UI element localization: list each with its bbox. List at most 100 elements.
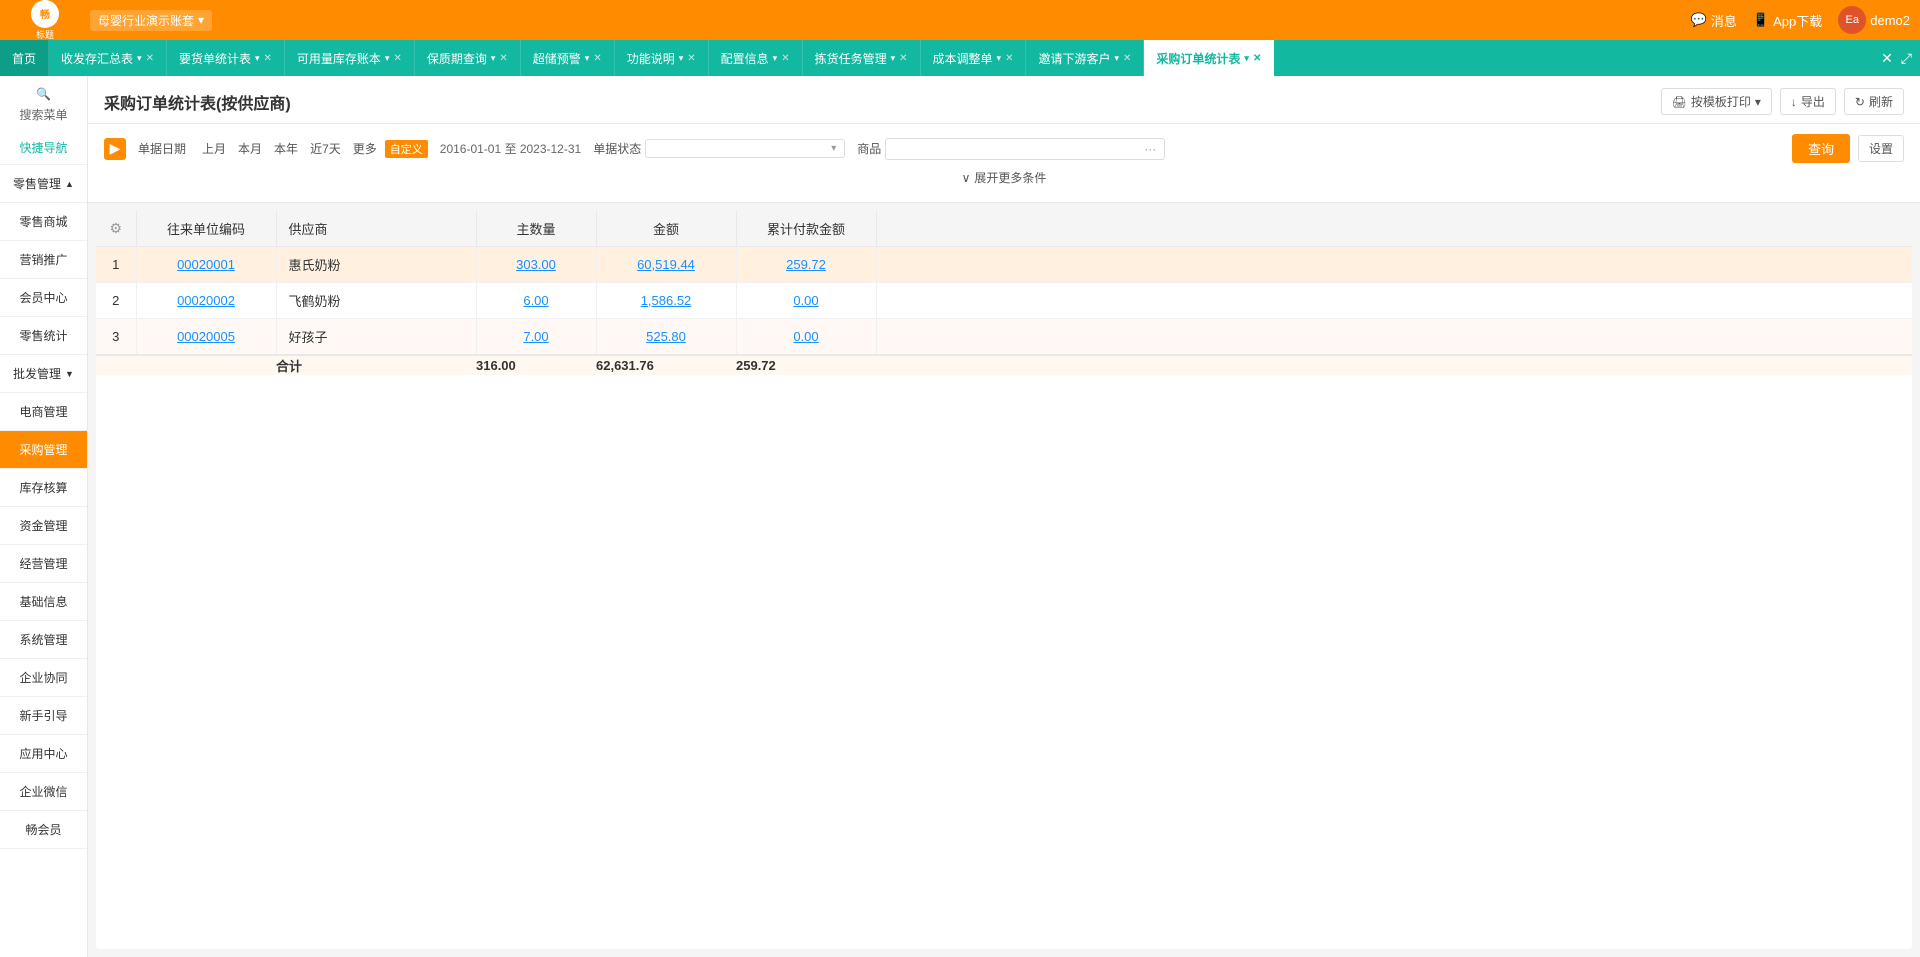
table-row[interactable]: 1 00020001 惠氏奶粉 303.00 60,519.44 (96, 247, 1912, 283)
code-link[interactable]: 00020005 (177, 329, 235, 344)
sidebar-item-operation[interactable]: 经营管理 (0, 545, 87, 583)
tab-receive[interactable]: 收发存汇总表 ▾ ✕ (49, 40, 167, 76)
tab-feature[interactable]: 功能说明 ▾ ✕ (615, 40, 709, 76)
tab-config[interactable]: 配置信息 ▾ ✕ (709, 40, 803, 76)
tab-dropdown-icon: ▾ (385, 53, 390, 64)
footer-amount: 62,631.76 (596, 355, 736, 375)
sidebar-item-wholesale[interactable]: 批发管理 ▼ (0, 355, 87, 393)
sidebar-item-enterprise[interactable]: 企业协同 (0, 659, 87, 697)
table-row[interactable]: 3 00020005 好孩子 7.00 525.80 (96, 319, 1912, 356)
tab-close-icon[interactable]: ✕ (1253, 53, 1261, 64)
nav-window-expand[interactable]: ⤢ (1901, 50, 1912, 67)
filter-toggle-button[interactable]: ▶ (104, 138, 126, 160)
expand-more-row[interactable]: ∨ 展开更多条件 (104, 163, 1904, 192)
sidebar-item-member[interactable]: 会员中心 (0, 279, 87, 317)
sidebar-quick-nav[interactable]: 快捷导航 (0, 131, 87, 165)
message-icon: 💬 (1691, 12, 1707, 28)
tab-close-icon[interactable]: ✕ (393, 53, 401, 64)
sidebar-item-retail[interactable]: 零售管理 ▲ (0, 165, 87, 203)
tab-close-icon[interactable]: ✕ (146, 53, 154, 64)
date-label: 单据日期 (138, 140, 186, 157)
tab-overstock[interactable]: 超储预警 ▾ ✕ (521, 40, 615, 76)
export-button[interactable]: ↓ 导出 (1780, 88, 1836, 115)
footer-empty-2 (136, 355, 276, 375)
search-button[interactable]: 查询 (1792, 134, 1850, 163)
workspace-label: 母婴行业演示账套 (98, 12, 194, 29)
sidebar-item-retail-stat[interactable]: 零售统计 (0, 317, 87, 355)
tab-cost[interactable]: 成本调整单 ▾ ✕ (921, 40, 1027, 76)
app-download-btn[interactable]: 📱 App下载 (1753, 11, 1822, 30)
tab-close-icon[interactable]: ✕ (1123, 53, 1131, 64)
date-shortcut-this-month[interactable]: 本月 (234, 139, 266, 158)
sidebar-item-wechat[interactable]: 企业微信 (0, 773, 87, 811)
phone-icon: 📱 (1753, 12, 1769, 28)
message-btn[interactable]: 💬 消息 (1691, 11, 1737, 30)
tab-close-icon[interactable]: ✕ (1005, 53, 1013, 64)
filter-bar: ▶ 单据日期 上月 本月 本年 近7天 更多 自定义 2016-01-01 至 … (88, 124, 1920, 203)
tab-invite[interactable]: 邀请下游客户 ▾ ✕ (1026, 40, 1144, 76)
sidebar-item-system[interactable]: 系统管理 (0, 621, 87, 659)
top-bar-right: 💬 消息 📱 App下载 Ea demo2 (1691, 6, 1910, 34)
sidebar-item-marketing[interactable]: 营销推广 (0, 241, 87, 279)
refresh-button[interactable]: ↻ 刷新 (1844, 88, 1904, 115)
tab-close-icon[interactable]: ✕ (264, 53, 272, 64)
sidebar-item-vip[interactable]: 畅会员 (0, 811, 87, 849)
sidebar-item-appCenter[interactable]: 应用中心 (0, 735, 87, 773)
table-row[interactable]: 2 00020002 飞鹤奶粉 6.00 1,586.52 (96, 283, 1912, 319)
print-icon: 🖨 (1672, 95, 1687, 109)
td-amount-3: 525.80 (596, 319, 736, 356)
th-supplier: 供应商 (276, 211, 476, 247)
sidebar-item-guide[interactable]: 新手引导 (0, 697, 87, 735)
chevron-down-icon: ▲ (65, 179, 74, 189)
status-select[interactable]: ▾ (645, 139, 845, 158)
tab-close-icon[interactable]: ✕ (687, 53, 695, 64)
tab-close-icon[interactable]: ✕ (593, 53, 601, 64)
sidebar-search[interactable]: 🔍 搜索菜单 (0, 76, 87, 131)
tab-close-icon[interactable]: ✕ (899, 53, 907, 64)
td-seq-3: 3 (96, 319, 136, 356)
date-shortcut-more[interactable]: 更多 (349, 139, 381, 158)
content-area: 采购订单统计表(按供应商) 🖨 按模板打印 ▾ ↓ 导出 ↻ 刷新 (88, 76, 1920, 957)
date-shortcut-this-year[interactable]: 本年 (270, 139, 302, 158)
custom-date-badge[interactable]: 自定义 (385, 140, 428, 158)
tab-requisition[interactable]: 要货单统计表 ▾ ✕ (167, 40, 285, 76)
product-input[interactable]: ··· (885, 138, 1165, 160)
td-seq-1: 1 (96, 247, 136, 283)
tab-warranty[interactable]: 保质期查询 ▾ ✕ (415, 40, 521, 76)
tab-purchase-stat[interactable]: 采购订单统计表 ▾ ✕ (1144, 40, 1274, 76)
sidebar-item-inventory[interactable]: 库存核算 (0, 469, 87, 507)
product-label: 商品 (857, 140, 881, 157)
tab-close-icon[interactable]: ✕ (781, 53, 789, 64)
sidebar-item-finance[interactable]: 资金管理 (0, 507, 87, 545)
nav-tabs-right: ✕ ⤢ (1873, 40, 1920, 76)
td-supplier-1: 惠氏奶粉 (276, 247, 476, 283)
tab-dropdown-icon: ▾ (891, 53, 896, 64)
workspace-selector[interactable]: 母婴行业演示账套 ▾ (90, 10, 212, 31)
td-seq-2: 2 (96, 283, 136, 319)
tab-available[interactable]: 可用量库存账本 ▾ ✕ (285, 40, 415, 76)
th-settings: ⚙ (96, 211, 136, 247)
sidebar-item-basic[interactable]: 基础信息 (0, 583, 87, 621)
date-shortcut-7days[interactable]: 近7天 (306, 139, 345, 158)
code-link[interactable]: 00020001 (177, 257, 235, 272)
template-print-button[interactable]: 🖨 按模板打印 ▾ (1661, 88, 1772, 115)
footer-qty: 316.00 (476, 355, 596, 375)
tab-home[interactable]: 首页 (0, 40, 49, 76)
user-menu[interactable]: Ea demo2 (1838, 6, 1910, 34)
tab-close-icon[interactable]: ✕ (499, 53, 507, 64)
export-icon: ↓ (1791, 95, 1797, 109)
nav-window-close[interactable]: ✕ (1881, 50, 1893, 67)
td-paid-1: 259.72 (736, 247, 876, 283)
code-link[interactable]: 00020002 (177, 293, 235, 308)
sidebar-item-retail-shop[interactable]: 零售商城 (0, 203, 87, 241)
sidebar-item-ecommerce[interactable]: 电商管理 (0, 393, 87, 431)
td-qty-1: 303.00 (476, 247, 596, 283)
date-shortcut-last-month[interactable]: 上月 (198, 139, 230, 158)
table-footer-row: 合计 316.00 62,631.76 259.72 (96, 355, 1912, 375)
settings-button[interactable]: 设置 (1858, 135, 1904, 162)
sidebar-item-purchase[interactable]: 采购管理 (0, 431, 87, 469)
tab-task[interactable]: 拣货任务管理 ▾ ✕ (803, 40, 921, 76)
footer-empty-1 (96, 355, 136, 375)
gear-icon[interactable]: ⚙ (109, 220, 122, 236)
chevron-down-icon: ▼ (65, 369, 74, 379)
